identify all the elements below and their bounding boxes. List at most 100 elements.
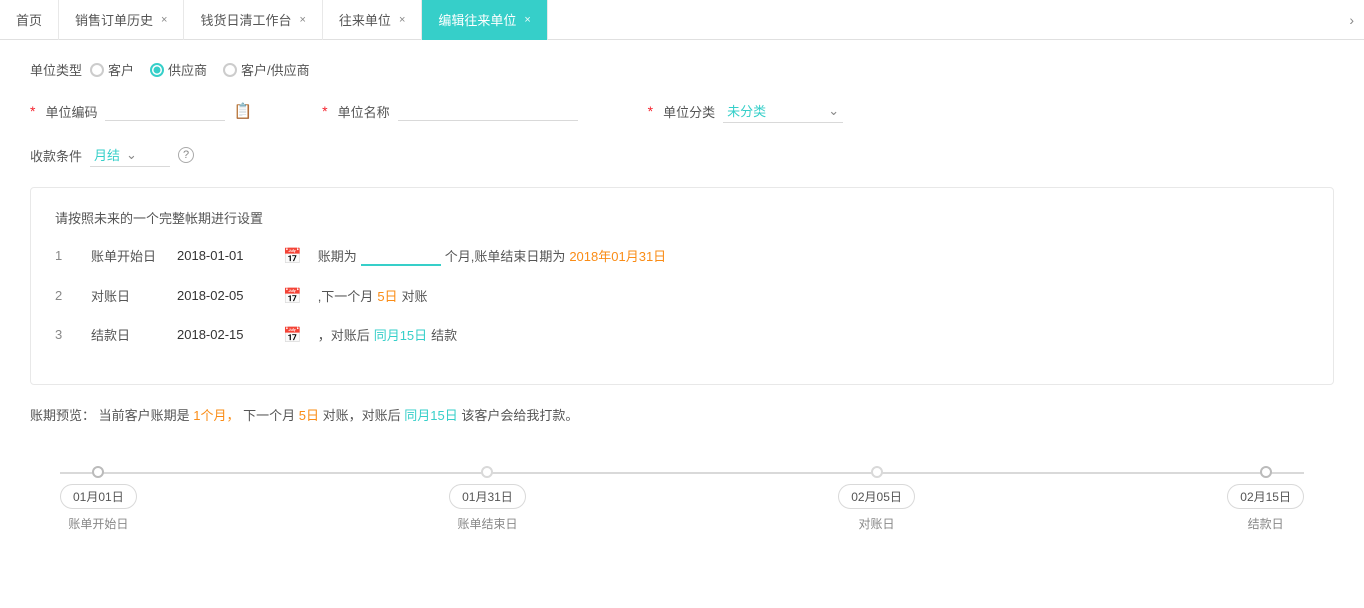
unit-category-required: * [648,103,653,119]
period-input[interactable]: 1 [361,245,441,266]
radio-customer-circle [90,63,104,77]
step3-highlight: 同月15日 [374,325,427,344]
preview-label: 账期预览： [30,408,95,423]
step2-suffix: 对账 [402,286,428,305]
help-icon[interactable]: ? [178,147,194,163]
tl-badge-2: 01月31日 [449,484,526,509]
step-num-1: 1 [55,248,75,263]
tab-edit-partner-label: 编辑往来单位 [438,10,516,29]
unit-type-row: 单位类型 客户 供应商 客户/供应商 [30,60,1334,79]
tab-more-button[interactable]: › [1339,12,1364,28]
tl-item-1: 01月01日 账单开始日 [60,448,137,532]
step-label-3: 结款日 [91,325,161,344]
panel-hint: 请按照未来的一个完整帐期进行设置 [55,208,1309,227]
unit-category-field: * 单位分类 未分类 ⌄ [648,99,843,123]
payment-term-field: 收款条件 月结 ⌄ ? [30,143,194,167]
unit-name-required: * [322,103,327,119]
step-desc-1: 账期为 1 个月,账单结束日期为 2018年01月31日 [318,245,666,266]
tab-cashier-close[interactable]: × [299,14,305,26]
unit-name-field: * 单位名称 河南供应商22 [322,101,577,121]
unit-category-value: 未分类 [727,101,766,120]
tl-badge-4: 02月15日 [1227,484,1304,509]
preview-highlight1: 1个月， [193,408,239,423]
tl-dot-3 [871,466,883,478]
calendar-icon-2[interactable]: 📅 [283,287,302,305]
step-desc-3: ，对账后 同月15日 结款 [318,325,458,344]
unit-code-label: 单位编码 [45,102,97,121]
step-date-2: 2018-02-05 [177,288,267,303]
tab-sales-history[interactable]: 销售订单历史 × [59,0,184,40]
step-row-3: 3 结款日 2018-02-15 📅 ，对账后 同月15日 结款 [55,325,1309,344]
preview-before: 当前客户账期是 [99,408,190,423]
radio-group: 客户 供应商 客户/供应商 [90,60,310,79]
tl-item-2: 01月31日 账单结束日 [449,448,526,532]
step1-end-date: 2018年01月31日 [569,246,666,265]
unit-name-input[interactable]: 河南供应商22 [398,101,578,121]
radio-both[interactable]: 客户/供应商 [223,60,310,79]
tab-partner-label: 往来单位 [339,10,391,29]
step-num-3: 3 [55,327,75,342]
unit-code-required: * [30,103,35,119]
tl-sub-4: 结款日 [1248,515,1284,532]
step2-prefix: ,下一个月 [318,286,374,305]
radio-customer[interactable]: 客户 [90,60,134,79]
preview-text: 账期预览： 当前客户账期是 1个月， 下一个月 5日 对账，对账后 同月15日 … [30,405,1334,424]
tab-partner[interactable]: 往来单位 × [323,0,422,40]
timeline-container: 01月01日 账单开始日 01月31日 账单结束日 02月05日 对账日 02月… [30,448,1334,532]
radio-supplier-label: 供应商 [168,60,207,79]
payment-term-row: 收款条件 月结 ⌄ ? [30,143,1334,167]
tab-edit-partner[interactable]: 编辑往来单位 × [422,0,547,40]
tab-edit-partner-close[interactable]: × [524,14,530,26]
preview-highlight2: 5日 [299,408,319,423]
preview-mid2: 对账，对账后 [323,408,401,423]
radio-supplier[interactable]: 供应商 [150,60,207,79]
step-label-2: 对账日 [91,286,161,305]
unit-name-label: 单位名称 [338,102,390,121]
unit-category-arrow: ⌄ [828,103,839,119]
payment-term-select[interactable]: 月结 ⌄ [90,143,170,167]
tab-home-label: 首页 [16,10,42,29]
radio-both-label: 客户/供应商 [241,60,310,79]
unit-code-field: * 单位编码 000001 📋 [30,101,252,121]
settings-panel: 请按照未来的一个完整帐期进行设置 1 账单开始日 2018-01-01 📅 账期… [30,187,1334,385]
copy-icon[interactable]: 📋 [233,102,252,120]
calendar-icon-1[interactable]: 📅 [283,247,302,265]
step-desc-2: ,下一个月 5日 对账 [318,286,428,305]
tl-badge-1: 01月01日 [60,484,137,509]
tl-badge-3: 02月05日 [838,484,915,509]
unit-category-label: 单位分类 [663,102,715,121]
step-date-1: 2018-01-01 [177,248,267,263]
payment-term-label: 收款条件 [30,146,82,165]
step2-highlight: 5日 [377,286,397,305]
unit-category-select[interactable]: 未分类 ⌄ [723,99,843,123]
tab-sales-history-close[interactable]: × [161,14,167,26]
tab-home[interactable]: 首页 [0,0,59,40]
radio-both-circle [223,63,237,77]
tl-sub-3: 对账日 [859,515,895,532]
preview-mid: 下一个月 [243,408,295,423]
payment-term-value: 月结 [94,145,120,164]
unit-type-field: 单位类型 客户 供应商 客户/供应商 [30,60,310,79]
payment-term-arrow: ⌄ [126,147,137,163]
tl-item-3: 02月05日 对账日 [838,448,915,532]
tab-cashier-label: 钱货日清工作台 [200,10,291,29]
unit-info-row: * 单位编码 000001 📋 * 单位名称 河南供应商22 * 单位分类 未分… [30,99,1334,123]
tab-partner-close[interactable]: × [399,14,405,26]
radio-customer-label: 客户 [108,60,134,79]
calendar-icon-3[interactable]: 📅 [283,326,302,344]
step3-suffix: 结款 [431,325,457,344]
tl-sub-1: 账单开始日 [68,515,128,532]
step1-desc-before: 账期为 [318,246,357,265]
unit-code-input[interactable]: 000001 [105,101,225,121]
step-label-1: 账单开始日 [91,246,161,265]
tab-cashier[interactable]: 钱货日清工作台 × [184,0,322,40]
tl-dot-1 [92,466,104,478]
tabs-bar: 首页 销售订单历史 × 钱货日清工作台 × 往来单位 × 编辑往来单位 × › [0,0,1364,40]
tl-dot-4 [1260,466,1272,478]
step3-prefix: ，对账后 [318,325,370,344]
unit-type-label: 单位类型 [30,60,82,79]
step-row-2: 2 对账日 2018-02-05 📅 ,下一个月 5日 对账 [55,286,1309,305]
step-date-3: 2018-02-15 [177,327,267,342]
preview-highlight3: 同月15日 [404,408,457,423]
step-row-1: 1 账单开始日 2018-01-01 📅 账期为 1 个月,账单结束日期为 20… [55,245,1309,266]
